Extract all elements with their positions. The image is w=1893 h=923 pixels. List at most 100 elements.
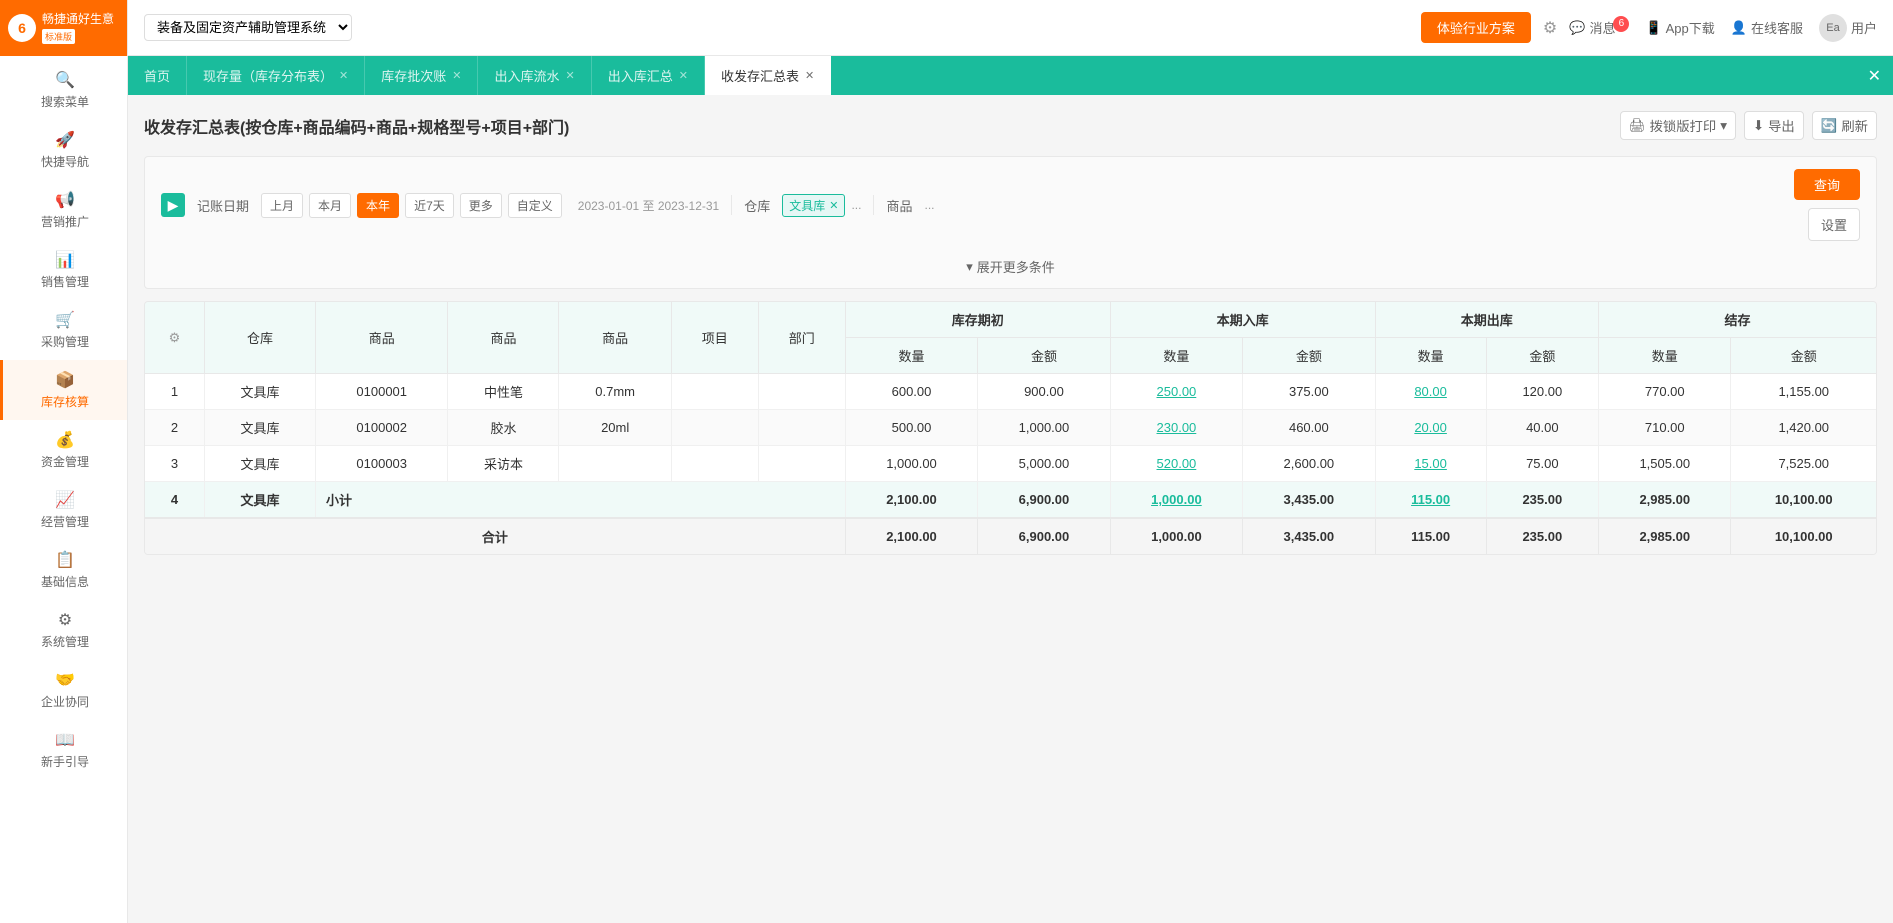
total-row: 合计 2,100.00 6,900.00 1,000.00 3,435.00 1… bbox=[145, 518, 1876, 554]
cell-amt-start-1: 1,000.00 bbox=[978, 410, 1110, 446]
subtotal-qty-out[interactable]: 115.00 bbox=[1375, 482, 1486, 519]
th-amt-bal: 金额 bbox=[1731, 338, 1876, 374]
message-badge: 6 bbox=[1613, 16, 1629, 32]
sidebar-item-9[interactable]: ⚙系统管理 bbox=[0, 600, 127, 660]
sidebar-item-1[interactable]: 🚀快捷导航 bbox=[0, 120, 127, 180]
settings-icon[interactable]: ⚙ bbox=[1543, 18, 1557, 38]
cell-amt-start-0: 900.00 bbox=[978, 374, 1110, 410]
sidebar-item-5[interactable]: 📦库存核算 bbox=[0, 360, 127, 420]
tab-close-2[interactable]: ✕ bbox=[452, 69, 461, 82]
tab-0[interactable]: 首页 bbox=[128, 56, 187, 95]
print-button[interactable]: 🖨 拨锁版打印 ▾ bbox=[1620, 111, 1736, 140]
cell-code-0: 0100001 bbox=[315, 374, 447, 410]
refresh-button[interactable]: 🔄 刷新 bbox=[1812, 111, 1877, 140]
th-amt-out: 金额 bbox=[1486, 338, 1598, 374]
tab-4[interactable]: 出入库汇总✕ bbox=[592, 56, 705, 95]
cell-spec-0: 0.7mm bbox=[559, 374, 671, 410]
total-qty-start: 2,100.00 bbox=[845, 518, 977, 554]
tab-close-5[interactable]: ✕ bbox=[805, 69, 814, 82]
warehouse-more[interactable]: ... bbox=[851, 198, 861, 212]
sidebar-label-9: 系统管理 bbox=[41, 633, 89, 650]
sidebar-item-6[interactable]: 💰资金管理 bbox=[0, 420, 127, 480]
user-label: 用户 bbox=[1851, 18, 1877, 37]
sidebar-item-11[interactable]: 📖 新手引导 bbox=[0, 720, 127, 780]
cell-qty-in-0[interactable]: 250.00 bbox=[1110, 374, 1242, 410]
cell-qty-out-2[interactable]: 15.00 bbox=[1375, 446, 1486, 482]
cell-code-2: 0100003 bbox=[315, 446, 447, 482]
user-action[interactable]: Ea 用户 bbox=[1819, 14, 1877, 42]
goods-more[interactable]: ... bbox=[925, 198, 935, 212]
sidebar-item-10[interactable]: 🤝企业协同 bbox=[0, 660, 127, 720]
warehouse-tag-close[interactable]: ✕ bbox=[829, 199, 838, 212]
cell-qty-out-1[interactable]: 20.00 bbox=[1375, 410, 1486, 446]
date-btn-5[interactable]: 自定义 bbox=[508, 193, 562, 218]
date-btn-3[interactable]: 近7天 bbox=[405, 193, 454, 218]
divider-2 bbox=[873, 195, 874, 215]
date-btn-2[interactable]: 本年 bbox=[357, 193, 399, 218]
subtotal-amt-out: 235.00 bbox=[1486, 482, 1598, 519]
cell-amt-out-1: 40.00 bbox=[1486, 410, 1598, 446]
message-action[interactable]: 💬 消息 6 bbox=[1569, 18, 1629, 37]
th-settings[interactable]: ⚙ bbox=[145, 302, 204, 374]
th-group-out: 本期出库 bbox=[1375, 302, 1598, 338]
service-icon: 👤 bbox=[1731, 20, 1747, 36]
export-icon: ⬇ bbox=[1753, 118, 1764, 134]
subtotal-amt-bal: 10,100.00 bbox=[1731, 482, 1876, 519]
subtotal-qty-in[interactable]: 1,000.00 bbox=[1110, 482, 1242, 519]
query-button[interactable]: 查询 bbox=[1794, 169, 1860, 200]
cell-qty-out-0[interactable]: 80.00 bbox=[1375, 374, 1486, 410]
sidebar-item-8[interactable]: 📋基础信息 bbox=[0, 540, 127, 600]
column-settings-icon[interactable]: ⚙ bbox=[169, 330, 181, 345]
sidebar-item-3[interactable]: 📊销售管理 bbox=[0, 240, 127, 300]
cell-goods-1: 胶水 bbox=[448, 410, 559, 446]
sidebar-icon-3: 📊 bbox=[55, 250, 75, 270]
cell-qty-bal-2: 1,505.00 bbox=[1599, 446, 1731, 482]
cell-dept-2 bbox=[758, 446, 845, 482]
sidebar-icon-11: 📖 bbox=[55, 730, 75, 750]
sidebar-item-7[interactable]: 📈经营管理 bbox=[0, 480, 127, 540]
main-area: 装备及固定资产辅助管理系统 体验行业方案 ⚙ 💬 消息 6 📱 App下载 👤 … bbox=[128, 0, 1893, 923]
subtotal-row: 4 文具库 小计 2,100.00 6,900.00 1,000.00 3,43… bbox=[145, 482, 1876, 519]
sidebar-label-7: 经营管理 bbox=[41, 513, 89, 530]
set-button[interactable]: 设置 bbox=[1808, 208, 1860, 241]
sidebar-item-2[interactable]: 📢营销推广 bbox=[0, 180, 127, 240]
date-btn-4[interactable]: 更多 bbox=[460, 193, 502, 218]
tab-close-3[interactable]: ✕ bbox=[566, 69, 575, 82]
warehouse-filter: 文具库 ✕ ... bbox=[782, 194, 861, 217]
experience-button[interactable]: 体验行业方案 bbox=[1421, 12, 1531, 43]
cell-amt-in-2: 2,600.00 bbox=[1243, 446, 1375, 482]
total-amt-out: 235.00 bbox=[1486, 518, 1598, 554]
th-goods-name: 商品 bbox=[448, 302, 559, 374]
sidebar-item-0[interactable]: 🔍搜索菜单 bbox=[0, 60, 127, 120]
tab-close-1[interactable]: ✕ bbox=[339, 69, 348, 82]
data-table-wrapper: ⚙ 仓库 商品 商品 商品 项目 部门 库存期初 本期入库 本期出库 结存 bbox=[144, 301, 1877, 555]
total-qty-bal: 2,985.00 bbox=[1599, 518, 1731, 554]
sidebar-label-11: 新手引导 bbox=[41, 753, 89, 770]
sidebar-item-4[interactable]: 🛒采购管理 bbox=[0, 300, 127, 360]
cell-qty-in-1[interactable]: 230.00 bbox=[1110, 410, 1242, 446]
cell-project-1 bbox=[671, 410, 758, 446]
tab-3[interactable]: 出入库流水✕ bbox=[478, 56, 591, 95]
tab-2[interactable]: 库存批次账✕ bbox=[365, 56, 478, 95]
online-service-action[interactable]: 👤 在线客服 bbox=[1731, 18, 1803, 37]
tabbar-close-all[interactable]: ✕ bbox=[1856, 66, 1893, 86]
divider-1 bbox=[731, 195, 732, 215]
sidebar-icon-2: 📢 bbox=[55, 190, 75, 210]
mobile-icon: 📱 bbox=[1645, 20, 1661, 36]
th-amt-start: 金额 bbox=[978, 338, 1110, 374]
sidebar-icon-0: 🔍 bbox=[55, 70, 75, 90]
date-btn-1[interactable]: 本月 bbox=[309, 193, 351, 218]
cell-warehouse-1: 文具库 bbox=[204, 410, 315, 446]
app-download-action[interactable]: 📱 App下载 bbox=[1645, 18, 1714, 37]
sidebar-label-1: 快捷导航 bbox=[41, 153, 89, 170]
tab-5[interactable]: 收发存汇总表✕ bbox=[705, 56, 831, 95]
filter-toggle-btn[interactable]: ▶ bbox=[161, 193, 185, 217]
tab-close-4[interactable]: ✕ bbox=[679, 69, 688, 82]
export-button[interactable]: ⬇ 导出 bbox=[1744, 111, 1804, 140]
date-btn-0[interactable]: 上月 bbox=[261, 193, 303, 218]
cell-qty-in-2[interactable]: 520.00 bbox=[1110, 446, 1242, 482]
cell-amt-bal-2: 7,525.00 bbox=[1731, 446, 1876, 482]
expand-conditions-btn[interactable]: ▾ 展开更多条件 bbox=[966, 257, 1055, 276]
system-select[interactable]: 装备及固定资产辅助管理系统 bbox=[144, 14, 352, 41]
tab-1[interactable]: 现存量（库存分布表）✕ bbox=[187, 56, 365, 95]
